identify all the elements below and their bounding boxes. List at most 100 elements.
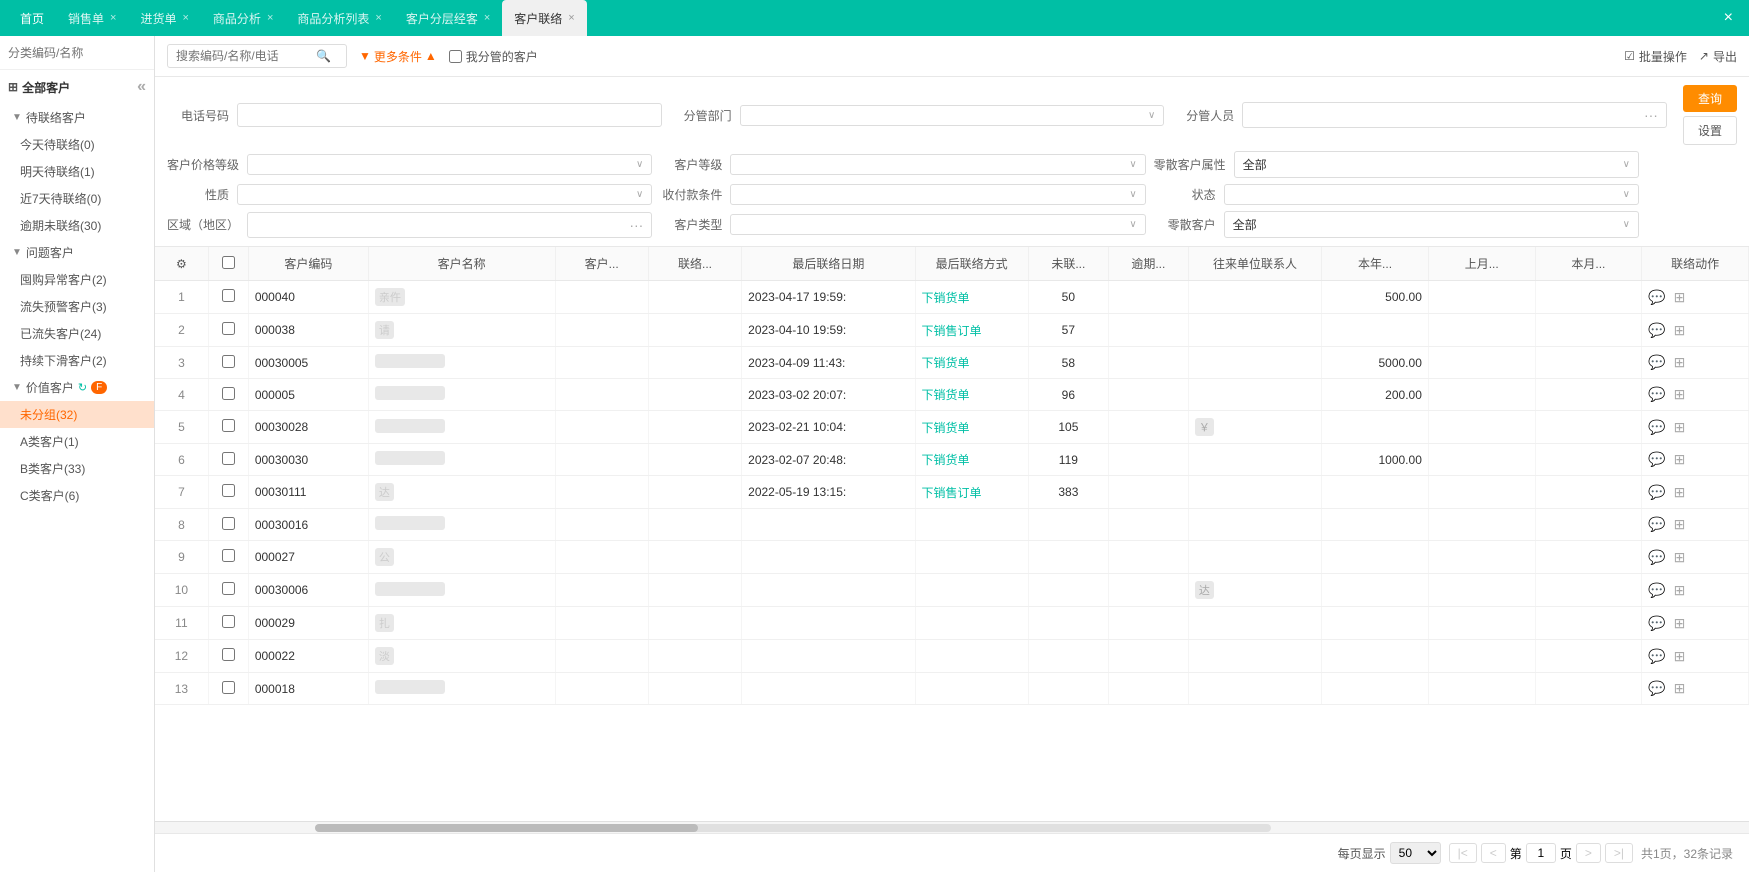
sidebar-item-class-b[interactable]: B类客户(33): [0, 455, 154, 482]
th-checkbox[interactable]: [208, 247, 248, 281]
export-button[interactable]: ↗ 导出: [1699, 48, 1737, 65]
filter-retail-select[interactable]: 全部 ∨: [1224, 211, 1639, 238]
row-chat-icon[interactable]: 💬: [1648, 322, 1665, 339]
all-customers-header[interactable]: ⊞ 全部客户 «: [0, 70, 154, 104]
row-chat-icon[interactable]: 💬: [1648, 451, 1665, 468]
row-grid-icon[interactable]: ⊞: [1674, 680, 1686, 697]
row-checkbox[interactable]: [222, 615, 235, 628]
th-settings[interactable]: ⚙: [155, 247, 208, 281]
filter-retail-attr-select[interactable]: 全部 ∨: [1234, 151, 1639, 178]
close-product-list-icon[interactable]: ×: [375, 12, 381, 24]
close-product-analysis-icon[interactable]: ×: [267, 12, 273, 24]
row-checkbox[interactable]: [222, 648, 235, 661]
row-checkbox[interactable]: [222, 681, 235, 694]
last-method-link[interactable]: 下销货单: [922, 421, 970, 435]
next-page-button[interactable]: >: [1576, 843, 1601, 863]
last-method-link[interactable]: 下销货单: [922, 453, 970, 467]
row-grid-icon[interactable]: ⊞: [1674, 322, 1686, 339]
row-chat-icon[interactable]: 💬: [1648, 419, 1665, 436]
page-number-input[interactable]: [1526, 843, 1556, 863]
row-checkbox[interactable]: [222, 582, 235, 595]
tab-product-list[interactable]: 商品分析列表 ×: [285, 0, 393, 36]
filter-customertype-select[interactable]: ∨: [730, 214, 1145, 235]
filter-search-input[interactable]: [176, 49, 316, 63]
close-customer-segment-icon[interactable]: ×: [484, 12, 490, 24]
tab-customer-contact[interactable]: 客户联络 ×: [502, 0, 586, 36]
sidebar-item-churned[interactable]: 已流失客户(24): [0, 320, 154, 347]
row-checkbox[interactable]: [222, 484, 235, 497]
tab-customer-segment[interactable]: 客户分层经客 ×: [394, 0, 502, 36]
sidebar-item-tomorrow-pending[interactable]: 明天待联络(1): [0, 158, 154, 185]
row-grid-icon[interactable]: ⊞: [1674, 419, 1686, 436]
sidebar-item-overdue-pending[interactable]: 逾期未联络(30): [0, 212, 154, 239]
sidebar-item-churn-warning[interactable]: 流失预警客户(3): [0, 293, 154, 320]
row-chat-icon[interactable]: 💬: [1648, 582, 1665, 599]
filter-customerlevel-select[interactable]: ∨: [730, 154, 1145, 175]
last-method-link[interactable]: 下销货单: [922, 291, 970, 305]
row-grid-icon[interactable]: ⊞: [1674, 484, 1686, 501]
filter-region-select[interactable]: ···: [247, 212, 652, 238]
row-chat-icon[interactable]: 💬: [1648, 289, 1665, 306]
row-chat-icon[interactable]: 💬: [1648, 386, 1665, 403]
last-method-link[interactable]: 下销售订单: [922, 486, 982, 500]
row-checkbox[interactable]: [222, 355, 235, 368]
home-tab[interactable]: 首页: [8, 10, 56, 27]
sidebar-item-class-a[interactable]: A类客户(1): [0, 428, 154, 455]
collapse-sidebar-icon[interactable]: «: [137, 78, 146, 96]
row-chat-icon[interactable]: 💬: [1648, 615, 1665, 632]
horizontal-scrollbar[interactable]: [155, 821, 1749, 833]
sidebar-item-today-pending[interactable]: 今天待联络(0): [0, 131, 154, 158]
refresh-icon[interactable]: ↻: [78, 381, 87, 394]
row-grid-icon[interactable]: ⊞: [1674, 582, 1686, 599]
select-all-checkbox[interactable]: [222, 256, 235, 269]
row-grid-icon[interactable]: ⊞: [1674, 451, 1686, 468]
row-grid-icon[interactable]: ⊞: [1674, 289, 1686, 306]
row-grid-icon[interactable]: ⊞: [1674, 386, 1686, 403]
last-page-button[interactable]: >|: [1605, 843, 1633, 863]
filter-person-select[interactable]: ···: [1242, 102, 1667, 128]
row-grid-icon[interactable]: ⊞: [1674, 516, 1686, 533]
sidebar-item-class-c[interactable]: C类客户(6): [0, 482, 154, 509]
row-chat-icon[interactable]: 💬: [1648, 648, 1665, 665]
filter-phone-input[interactable]: [237, 103, 662, 127]
row-grid-icon[interactable]: ⊞: [1674, 648, 1686, 665]
filter-pricelevel-select[interactable]: ∨: [247, 154, 652, 175]
tab-product-analysis[interactable]: 商品分析 ×: [201, 0, 285, 36]
scrollbar-thumb[interactable]: [315, 824, 698, 832]
close-sales-order-icon[interactable]: ×: [110, 12, 116, 24]
row-chat-icon[interactable]: 💬: [1648, 680, 1665, 697]
sidebar-group-problem[interactable]: ▼ 问题客户: [0, 239, 154, 266]
row-checkbox[interactable]: [222, 419, 235, 432]
filter-nature-select[interactable]: ∨: [237, 184, 652, 205]
row-grid-icon[interactable]: ⊞: [1674, 354, 1686, 371]
tab-purchase-order[interactable]: 进货单 ×: [128, 0, 200, 36]
per-page-select[interactable]: 50 20 100: [1390, 842, 1441, 864]
sidebar-item-ungrouped[interactable]: 未分组(32): [0, 401, 154, 428]
row-checkbox[interactable]: [222, 549, 235, 562]
first-page-button[interactable]: |<: [1449, 843, 1477, 863]
reset-button[interactable]: 设置: [1683, 116, 1737, 145]
row-checkbox[interactable]: [222, 452, 235, 465]
filter-dept-select[interactable]: ∨: [740, 105, 1165, 126]
row-checkbox[interactable]: [222, 517, 235, 530]
row-grid-icon[interactable]: ⊞: [1674, 549, 1686, 566]
row-checkbox[interactable]: [222, 322, 235, 335]
row-chat-icon[interactable]: 💬: [1648, 549, 1665, 566]
close-purchase-icon[interactable]: ×: [182, 12, 188, 24]
prev-page-button[interactable]: <: [1481, 843, 1506, 863]
close-customer-contact-icon[interactable]: ×: [568, 12, 574, 24]
row-chat-icon[interactable]: 💬: [1648, 354, 1665, 371]
row-checkbox[interactable]: [222, 289, 235, 302]
query-button[interactable]: 查询: [1683, 85, 1737, 112]
sidebar-item-declining[interactable]: 持续下滑客户(2): [0, 347, 154, 374]
row-chat-icon[interactable]: 💬: [1648, 516, 1665, 533]
last-method-link[interactable]: 下销售订单: [922, 324, 982, 338]
sidebar-item-hoard-abnormal[interactable]: 囤购异常客户(2): [0, 266, 154, 293]
filter-status-select[interactable]: ∨: [1224, 184, 1639, 205]
last-method-link[interactable]: 下销货单: [922, 356, 970, 370]
window-close-button[interactable]: ×: [1716, 9, 1741, 27]
tab-sales-order[interactable]: 销售单 ×: [56, 0, 128, 36]
filter-payment-select[interactable]: ∨: [730, 184, 1145, 205]
row-grid-icon[interactable]: ⊞: [1674, 615, 1686, 632]
row-checkbox[interactable]: [222, 387, 235, 400]
